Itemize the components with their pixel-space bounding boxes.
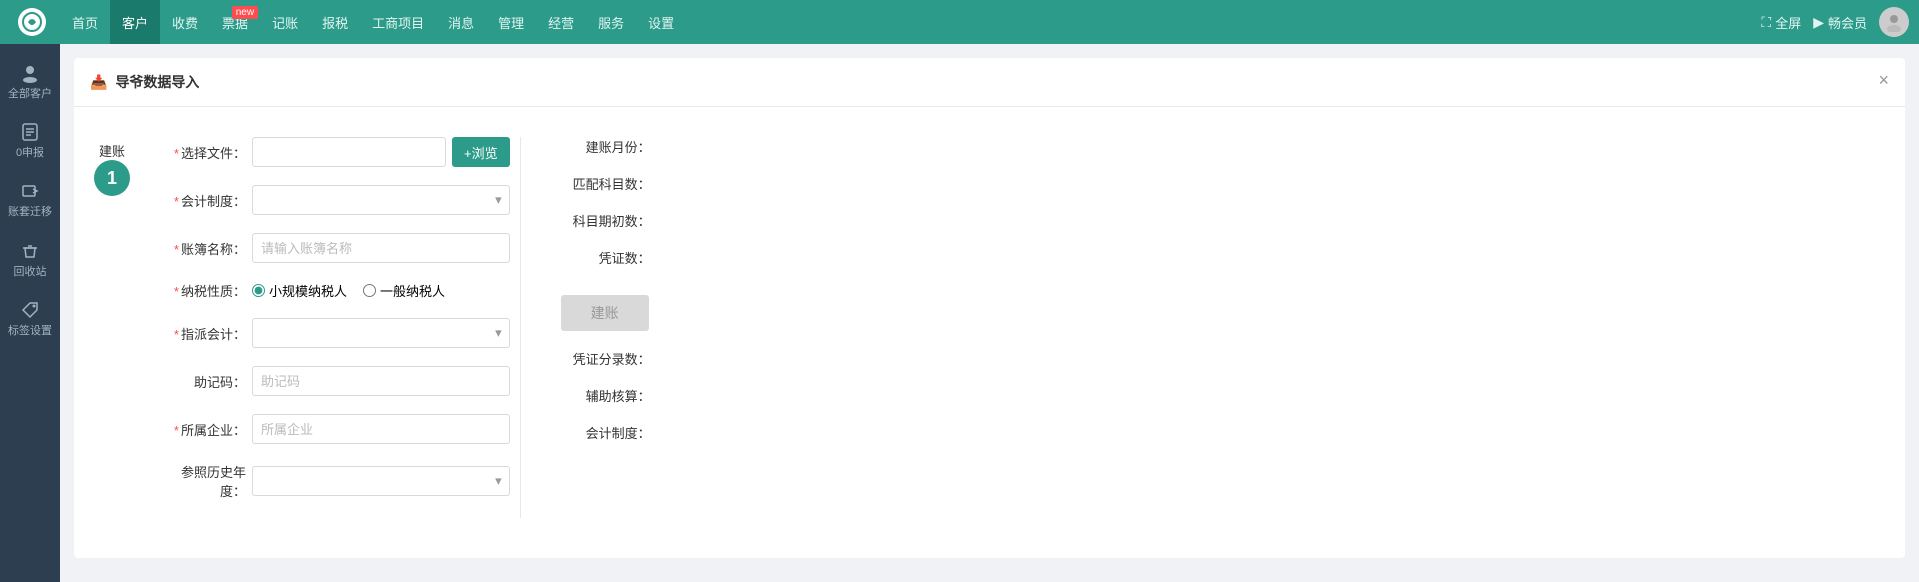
fullscreen-button[interactable]: ⛶ 全屏: [1761, 13, 1801, 32]
accountant-select[interactable]: [252, 318, 510, 348]
main-panel: 📥 导爷数据导入 × 建账 1 *选择文件：: [74, 58, 1905, 558]
build-month-label: 建账月份：: [561, 137, 651, 156]
declaration-icon: [19, 121, 41, 143]
create-account-button[interactable]: 建账: [561, 295, 649, 331]
sidebar-item-all-customers-label: 全部客户: [8, 88, 52, 101]
aux-accounting-label: 辅助核算：: [561, 386, 651, 405]
accounting-system-select[interactable]: [252, 185, 510, 215]
nav-items: 首页 客户 收费 票据 new 记账 报税 工商项目 消息 管理 经营: [60, 0, 1761, 44]
tax-type-label: *纳税性质：: [166, 281, 246, 300]
memo-label: 助记码：: [166, 372, 246, 391]
nav-item-business[interactable]: 工商项目: [360, 0, 436, 44]
form-row-accounting-system: *会计制度： ▾: [166, 185, 510, 215]
form-section: *选择文件： +浏览 *会计制度：: [166, 137, 510, 518]
sidebar-item-all-customers[interactable]: 全部客户: [2, 54, 58, 109]
file-input-group: +浏览: [252, 137, 510, 167]
form-row-history-year: 参照历史年度： ▾: [166, 462, 510, 500]
info-row-subjects-initial: 科目期初数：: [561, 211, 1885, 230]
subjects-initial-label: 科目期初数：: [561, 211, 651, 230]
nav-item-services[interactable]: 服务: [586, 0, 636, 44]
content-area: 📥 导爷数据导入 × 建账 1 *选择文件：: [60, 44, 1919, 582]
accountant-label: *指派会计：: [166, 324, 246, 343]
nav-item-bookkeeping[interactable]: 记账: [260, 0, 310, 44]
nav-right: ⛶ 全屏 ▶ 畅会员: [1761, 7, 1909, 37]
nav-item-home[interactable]: 首页: [60, 0, 110, 44]
voucher-records-label: 凭证分录数：: [561, 349, 651, 368]
browse-button[interactable]: +浏览: [452, 137, 510, 167]
nav-item-tax[interactable]: 报税: [310, 0, 360, 44]
info-section: 建账月份： 匹配科目数： 科目期初数： 凭证数：: [531, 137, 1885, 518]
step-area: 建账 1: [94, 137, 150, 518]
customers-icon: [19, 62, 41, 84]
history-year-select[interactable]: [252, 466, 510, 496]
logo[interactable]: [10, 0, 54, 44]
ledger-name-input[interactable]: [252, 233, 510, 263]
panel-title-icon: 📥: [90, 74, 107, 91]
memo-input[interactable]: [252, 366, 510, 396]
form-row-memo: 助记码：: [166, 366, 510, 396]
form-left-section: 建账 1 *选择文件： +浏览: [94, 137, 510, 518]
form-row-company: *所属企业：: [166, 414, 510, 444]
tags-icon: [19, 299, 41, 321]
sidebar-item-migration-label: 账套迁移: [8, 206, 52, 219]
tax-type-radio-group: 小规模纳税人 一般纳税人: [252, 281, 510, 300]
file-label: *选择文件：: [166, 143, 246, 162]
accounting-system-right-label: 会计制度：: [561, 423, 651, 442]
sidebar-item-zero-declaration[interactable]: 0申报: [2, 113, 58, 168]
company-input[interactable]: [252, 414, 510, 444]
migration-icon: [19, 180, 41, 202]
main-layout: 全部客户 0申报 账套迁移 回收站 标签设置: [0, 44, 1919, 582]
recycle-icon: [19, 240, 41, 262]
logo-icon: [18, 8, 46, 36]
nav-item-messages[interactable]: 消息: [436, 0, 486, 44]
form-row-ledger-name: *账簿名称：: [166, 233, 510, 263]
nav-item-manage[interactable]: 管理: [486, 0, 536, 44]
info-row-voucher-records: 凭证分录数：: [561, 349, 1885, 368]
step-circle: 1: [94, 160, 130, 196]
sidebar-item-zero-declaration-label: 0申报: [16, 147, 44, 160]
sidebar-item-tags[interactable]: 标签设置: [2, 291, 58, 346]
nav-item-fees[interactable]: 收费: [160, 0, 210, 44]
panel-header: 📥 导爷数据导入: [74, 58, 1905, 107]
sidebar-item-recycle-label: 回收站: [14, 266, 47, 279]
form-row-file: *选择文件： +浏览: [166, 137, 510, 167]
sidebar: 全部客户 0申报 账套迁移 回收站 标签设置: [0, 44, 60, 582]
member-button[interactable]: ▶ 畅会员: [1813, 13, 1867, 32]
user-avatar[interactable]: [1879, 7, 1909, 37]
nav-badge-new: new: [232, 6, 258, 19]
radio-small-taxpayer[interactable]: 小规模纳税人: [252, 281, 347, 300]
history-year-select-wrap: ▾: [252, 466, 510, 496]
info-row-match-subjects: 匹配科目数：: [561, 174, 1885, 193]
accountant-select-wrap: ▾: [252, 318, 510, 348]
accounting-system-label: *会计制度：: [166, 191, 246, 210]
nav-item-operations[interactable]: 经营: [536, 0, 586, 44]
info-row-accounting-system-right: 会计制度：: [561, 423, 1885, 442]
nav-item-bills[interactable]: 票据 new: [210, 0, 260, 44]
required-star: *: [174, 146, 179, 161]
file-input[interactable]: [252, 137, 446, 167]
history-year-label: 参照历史年度：: [166, 462, 246, 500]
ledger-name-label: *账簿名称：: [166, 239, 246, 258]
voucher-count-label: 凭证数：: [561, 248, 651, 267]
form-row-accountant: *指派会计： ▾: [166, 318, 510, 348]
info-row-voucher-count: 凭证数：: [561, 248, 1885, 267]
match-subjects-label: 匹配科目数：: [561, 174, 651, 193]
accounting-system-select-wrap: ▾: [252, 185, 510, 215]
top-navigation: 首页 客户 收费 票据 new 记账 报税 工商项目 消息 管理 经营: [0, 0, 1919, 44]
create-btn-row: 建账: [561, 285, 1885, 331]
sidebar-item-tags-label: 标签设置: [8, 325, 52, 338]
sidebar-item-recycle[interactable]: 回收站: [2, 232, 58, 287]
radio-general-taxpayer[interactable]: 一般纳税人: [363, 281, 445, 300]
nav-item-settings[interactable]: 设置: [636, 0, 686, 44]
form-row-tax-type: *纳税性质： 小规模纳税人 一般纳税人: [166, 281, 510, 300]
panel-body: 建账 1 *选择文件： +浏览: [74, 107, 1905, 548]
nav-item-customers[interactable]: 客户: [110, 0, 160, 44]
info-row-aux-accounting: 辅助核算：: [561, 386, 1885, 405]
info-row-build-month: 建账月份：: [561, 137, 1885, 156]
panel-close-button[interactable]: ×: [1878, 70, 1889, 91]
sidebar-item-migration[interactable]: 账套迁移: [2, 172, 58, 227]
panel-title: 导爷数据导入: [115, 72, 199, 92]
vertical-divider: [520, 137, 521, 518]
company-label: *所属企业：: [166, 420, 246, 439]
